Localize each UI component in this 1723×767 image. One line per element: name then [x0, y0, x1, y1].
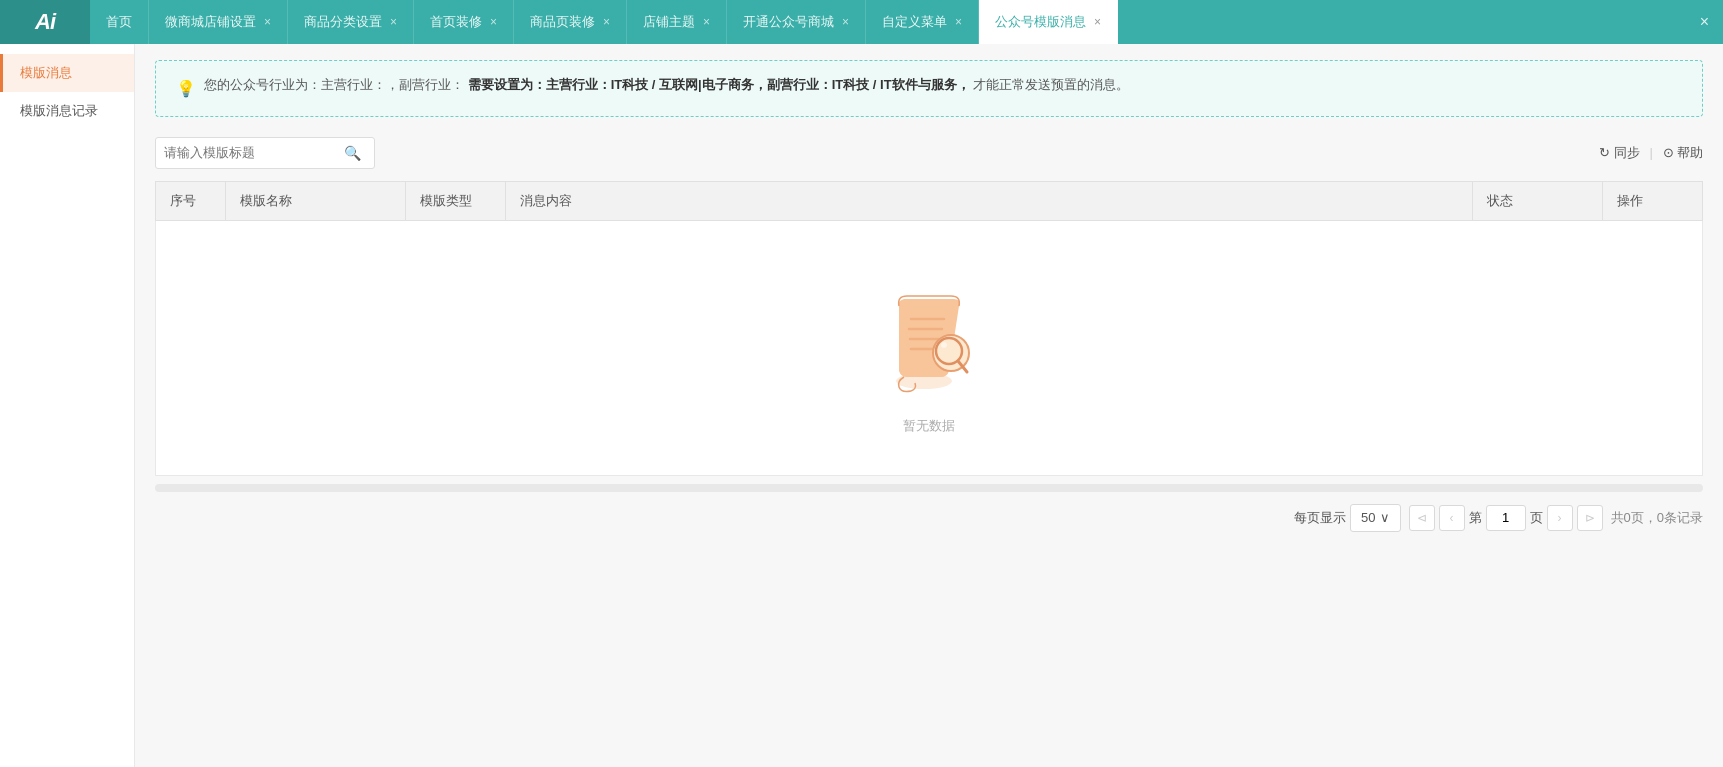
col-header-seq: 序号	[156, 181, 226, 220]
notice-prefix: 您的公众号行业为：主营行业：，副营行业：	[204, 77, 464, 92]
col-header-action: 操作	[1603, 181, 1703, 220]
close-icon[interactable]: ×	[490, 16, 497, 28]
tab-label: 微商城店铺设置	[165, 13, 256, 31]
last-page-button[interactable]: ⊳	[1577, 505, 1603, 531]
sidebar-item-template-msg[interactable]: 模版消息	[0, 54, 134, 92]
notice-box: 💡 您的公众号行业为：主营行业：，副营行业： 需要设置为：主营行业：IT科技 /…	[155, 60, 1703, 117]
next-page-button[interactable]: ›	[1547, 505, 1573, 531]
nav-tab-open-mall[interactable]: 开通公众号商城 ×	[727, 0, 866, 44]
tab-label: 店铺主题	[643, 13, 695, 31]
main-content: 💡 您的公众号行业为：主营行业：，副营行业： 需要设置为：主营行业：IT科技 /…	[135, 44, 1723, 767]
page-suffix: 页	[1530, 509, 1543, 527]
notice-suffix: 才能正常发送预置的消息。	[973, 77, 1129, 92]
nav-tab-custom-menu[interactable]: 自定义菜单 ×	[866, 0, 979, 44]
empty-text: 暂无数据	[176, 417, 1682, 435]
nav-tab-product-decor[interactable]: 商品页装修 ×	[514, 0, 627, 44]
close-all-button[interactable]: ×	[1686, 0, 1723, 44]
page-size-dropdown[interactable]: 50 ∨	[1350, 504, 1400, 532]
home-tab-label: 首页	[106, 13, 132, 31]
page-size-value: 50	[1361, 510, 1375, 525]
sync-label: 同步	[1614, 144, 1640, 162]
page-label: 第	[1469, 509, 1482, 527]
close-icon[interactable]: ×	[1094, 16, 1101, 28]
search-box: 🔍	[155, 137, 375, 169]
horizontal-scrollbar[interactable]	[155, 484, 1703, 492]
notice-text: 您的公众号行业为：主营行业：，副营行业： 需要设置为：主营行业：IT科技 / 互…	[204, 75, 1129, 96]
close-icon[interactable]: ×	[842, 16, 849, 28]
close-icon[interactable]: ×	[703, 16, 710, 28]
tab-label: 自定义菜单	[882, 13, 947, 31]
help-button[interactable]: ⊙ 帮助	[1663, 144, 1703, 162]
sidebar-item-template-msg-log[interactable]: 模版消息记录	[0, 92, 134, 130]
empty-illustration	[869, 281, 989, 401]
search-input[interactable]	[164, 145, 344, 160]
col-header-content: 消息内容	[506, 181, 1473, 220]
sync-button[interactable]: ↻ 同步	[1599, 144, 1640, 162]
prev-page-button[interactable]: ‹	[1439, 505, 1465, 531]
notice-highlight: 需要设置为：主营行业：IT科技 / 互联网|电子商务，副营行业：IT科技 / I…	[468, 77, 970, 92]
close-icon[interactable]: ×	[603, 16, 610, 28]
nav-tab-shop-theme[interactable]: 店铺主题 ×	[627, 0, 727, 44]
top-nav: Ai 首页 微商城店铺设置 × 商品分类设置 × 首页装修 × 商品页装修 × …	[0, 0, 1723, 44]
sidebar: 模版消息 模版消息记录	[0, 44, 135, 767]
close-icon[interactable]: ×	[390, 16, 397, 28]
col-header-type: 模版类型	[406, 181, 506, 220]
total-info: 共0页，0条记录	[1611, 509, 1703, 527]
sidebar-item-label: 模版消息	[20, 65, 72, 80]
tab-label: 开通公众号商城	[743, 13, 834, 31]
logo: Ai	[0, 0, 90, 44]
sync-icon: ↻	[1599, 145, 1610, 160]
nav-tab-home-decor[interactable]: 首页装修 ×	[414, 0, 514, 44]
empty-row: 暂无数据	[156, 220, 1703, 475]
nav-tab-home[interactable]: 首页	[90, 0, 149, 44]
empty-state: 暂无数据	[156, 221, 1702, 475]
nav-tab-product-category[interactable]: 商品分类设置 ×	[288, 0, 414, 44]
sidebar-item-label: 模版消息记录	[20, 103, 98, 118]
help-label: 帮助	[1677, 144, 1703, 162]
toolbar-actions: ↻ 同步 | ⊙ 帮助	[1599, 144, 1703, 162]
close-icon[interactable]: ×	[264, 16, 271, 28]
per-page-label: 每页显示	[1294, 509, 1346, 527]
svg-point-8	[941, 342, 947, 348]
chevron-down-icon: ∨	[1380, 510, 1390, 525]
nav-tab-template-msg[interactable]: 公众号模版消息 ×	[979, 0, 1118, 44]
divider: |	[1650, 145, 1653, 160]
help-icon: ⊙	[1663, 145, 1674, 160]
main-layout: 模版消息 模版消息记录 💡 您的公众号行业为：主营行业：，副营行业： 需要设置为…	[0, 44, 1723, 767]
page-nav: ⊲ ‹ 第 页 › ⊳	[1409, 505, 1603, 531]
close-icon[interactable]: ×	[955, 16, 962, 28]
search-icon[interactable]: 🔍	[344, 145, 361, 161]
first-page-button[interactable]: ⊲	[1409, 505, 1435, 531]
col-header-name: 模版名称	[226, 181, 406, 220]
pagination-row: 每页显示 50 ∨ ⊲ ‹ 第 页 › ⊳ 共0页，0条记录	[155, 504, 1703, 532]
lightbulb-icon: 💡	[176, 76, 196, 102]
data-table: 序号 模版名称 模版类型 消息内容 状态 操作	[155, 181, 1703, 476]
page-size-select: 每页显示 50 ∨	[1294, 504, 1400, 532]
tab-label: 商品页装修	[530, 13, 595, 31]
nav-tabs: 首页 微商城店铺设置 × 商品分类设置 × 首页装修 × 商品页装修 × 店铺主…	[90, 0, 1686, 44]
col-header-status: 状态	[1473, 181, 1603, 220]
tab-label: 商品分类设置	[304, 13, 382, 31]
tab-label: 首页装修	[430, 13, 482, 31]
toolbar-row: 🔍 ↻ 同步 | ⊙ 帮助	[155, 137, 1703, 169]
tab-label: 公众号模版消息	[995, 13, 1086, 31]
page-input[interactable]	[1486, 505, 1526, 531]
nav-tab-wshop-settings[interactable]: 微商城店铺设置 ×	[149, 0, 288, 44]
